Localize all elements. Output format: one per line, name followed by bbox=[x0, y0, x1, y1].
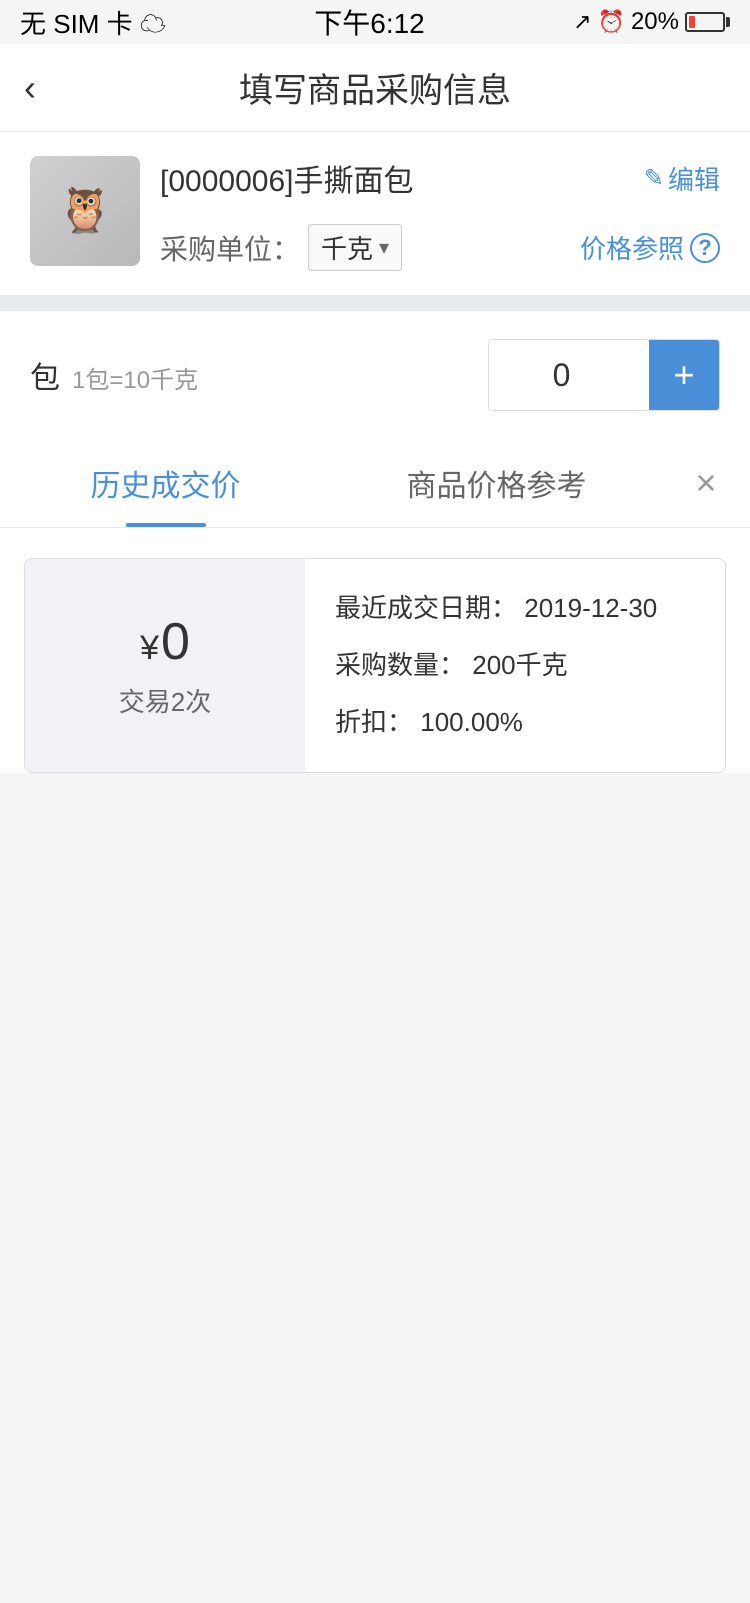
quantity-input-group: + bbox=[488, 339, 720, 411]
unit-value: 千克 bbox=[321, 229, 373, 266]
purchase-quantity-row: 采购数量： 200千克 bbox=[335, 646, 695, 685]
recent-date-value: 2019-12-30 bbox=[524, 593, 657, 623]
product-info: [0000006]手撕面包 ✎ 编辑 采购单位： 千克 ▾ 价格参照 ? bbox=[160, 156, 720, 271]
product-name: [0000006]手撕面包 bbox=[160, 156, 413, 200]
purchase-quantity-value: 200千克 bbox=[472, 650, 567, 680]
page-title: 填写商品采购信息 bbox=[239, 63, 511, 112]
history-price-left: ¥ 0 交易2次 bbox=[25, 559, 305, 772]
status-bar: 无 SIM 卡 ☁ 下午6:12 ↗ ⏰ 20% bbox=[0, 0, 750, 44]
product-card: 🦉 [0000006]手撕面包 ✎ 编辑 采购单位： 千克 ▾ bbox=[0, 132, 750, 295]
quantity-row: 包 1包=10千克 + bbox=[0, 311, 750, 439]
product-thumbnail-icon: 🦉 bbox=[58, 189, 113, 233]
battery-icon bbox=[685, 12, 730, 32]
history-price-right: 最近成交日期： 2019-12-30 采购数量： 200千克 折扣： 100.0… bbox=[305, 559, 725, 772]
sim-status: 无 SIM 卡 ☁ bbox=[20, 4, 166, 41]
quantity-plus-button[interactable]: + bbox=[649, 340, 719, 410]
back-button[interactable]: ‹ bbox=[24, 67, 36, 109]
quantity-unit: 包 bbox=[30, 353, 60, 397]
recent-date-label: 最近成交日期： bbox=[335, 593, 517, 623]
alarm-icon: ⏰ bbox=[598, 9, 625, 35]
price-currency-symbol: ¥ bbox=[140, 629, 159, 668]
discount-value: 100.00% bbox=[420, 707, 523, 737]
quantity-input[interactable] bbox=[489, 340, 649, 410]
product-image: 🦉 bbox=[30, 156, 140, 266]
tab-product-price-ref[interactable]: 商品价格参考 bbox=[331, 439, 662, 527]
price-value: 0 bbox=[161, 612, 190, 672]
location-icon: ↗ bbox=[573, 9, 591, 35]
tabs-section: 历史成交价 商品价格参考 × ¥ 0 交易2次 最近成交日期： 2019-12-… bbox=[0, 439, 750, 773]
edit-button[interactable]: ✎ 编辑 bbox=[644, 160, 720, 197]
unit-label: 采购单位： bbox=[160, 228, 300, 268]
edit-icon: ✎ bbox=[644, 164, 664, 193]
history-price-card: ¥ 0 交易2次 最近成交日期： 2019-12-30 采购数量： 200千克 … bbox=[24, 558, 726, 773]
status-left: 无 SIM 卡 ☁ bbox=[20, 4, 166, 41]
battery-percent: 20% bbox=[631, 8, 679, 36]
recent-date-row: 最近成交日期： 2019-12-30 bbox=[335, 589, 695, 628]
status-right: ↗ ⏰ 20% bbox=[573, 8, 730, 36]
status-time: 下午6:12 bbox=[314, 2, 425, 42]
nav-bar: ‹ 填写商品采购信息 bbox=[0, 44, 750, 132]
quantity-conversion: 1包=10千克 bbox=[72, 360, 198, 395]
tabs-header: 历史成交价 商品价格参考 × bbox=[0, 439, 750, 528]
section-divider bbox=[0, 295, 750, 311]
purchase-quantity-label: 采购数量： bbox=[335, 650, 465, 680]
tab-history-price[interactable]: 历史成交价 bbox=[0, 439, 331, 527]
discount-label: 折扣： bbox=[335, 707, 413, 737]
main-content-area bbox=[0, 803, 750, 1603]
discount-row: 折扣： 100.00% bbox=[335, 703, 695, 742]
tabs-close-button[interactable]: × bbox=[662, 439, 750, 527]
chevron-down-icon: ▾ bbox=[379, 235, 389, 260]
history-trades-count: 交易2次 bbox=[119, 682, 211, 719]
price-reference-button[interactable]: 价格参照 ? bbox=[580, 229, 720, 266]
history-price-display: ¥ 0 bbox=[140, 612, 190, 672]
unit-select[interactable]: 千克 ▾ bbox=[308, 224, 402, 271]
help-icon: ? bbox=[690, 233, 720, 263]
